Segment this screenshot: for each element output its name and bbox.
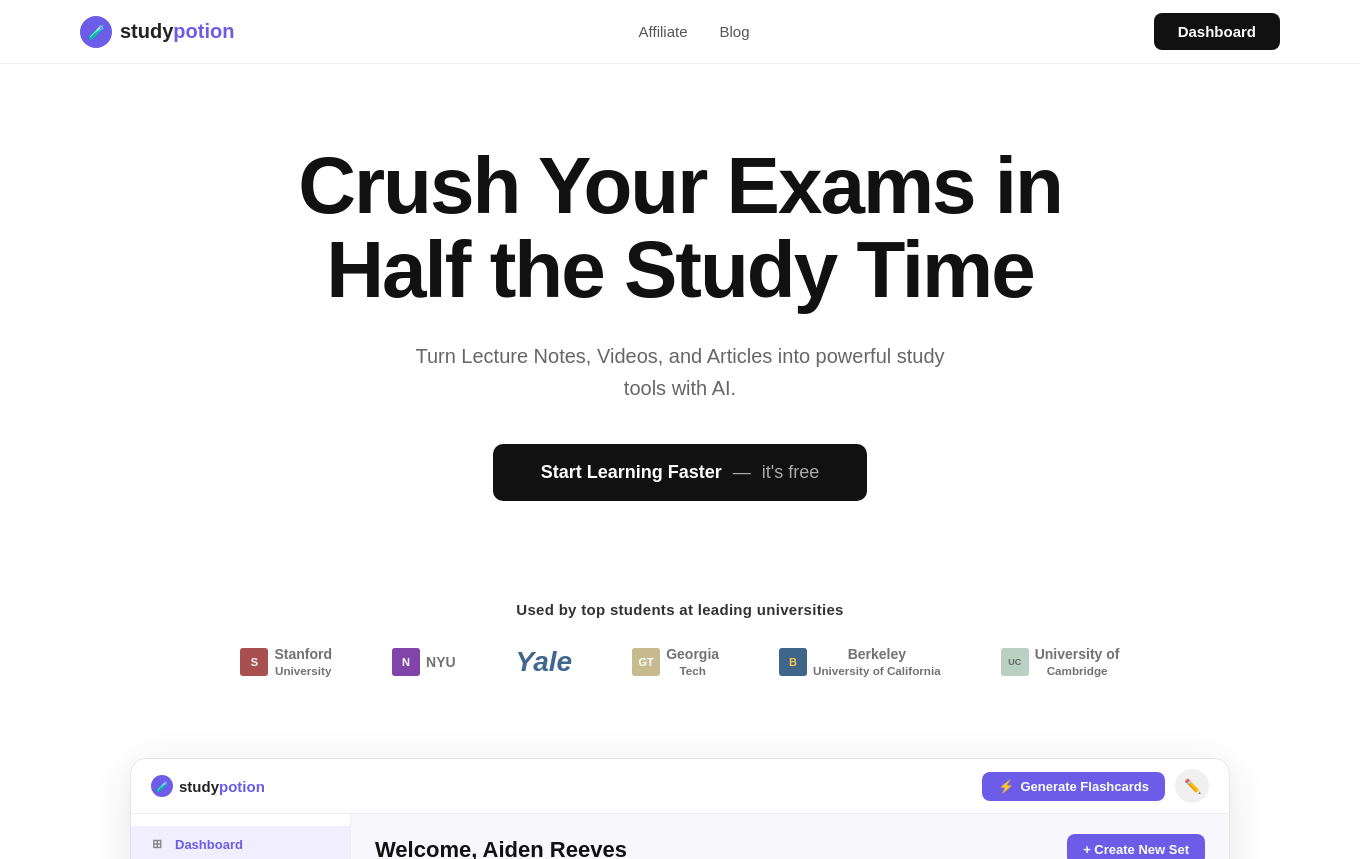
- cta-button[interactable]: Start Learning Faster — it's free: [493, 444, 868, 501]
- preview-main-header: Welcome, Aiden Reeves + Create New Set: [375, 834, 1205, 859]
- cta-dash: —: [733, 462, 751, 482]
- cta-label: Start Learning Faster: [541, 462, 722, 482]
- affiliate-link[interactable]: Affiliate: [639, 23, 688, 40]
- preview-wrapper: 🧪 studypotion ⚡ Generate Flashcards ✏️: [0, 698, 1360, 859]
- preview-logo-icon: 🧪: [151, 775, 173, 797]
- gt-mark: GT: [632, 648, 660, 676]
- dashboard-preview: 🧪 studypotion ⚡ Generate Flashcards ✏️: [130, 758, 1230, 859]
- universities-heading: Used by top students at leading universi…: [40, 601, 1320, 618]
- welcome-heading: Welcome, Aiden Reeves: [375, 837, 627, 860]
- cambridge-mark: UC: [1001, 648, 1029, 676]
- stanford-mark: S: [240, 648, 268, 676]
- logo-icon: 🧪: [80, 16, 112, 48]
- sidebar-item-label: Dashboard: [175, 837, 243, 852]
- universities-section: Used by top students at leading universi…: [0, 561, 1360, 698]
- generate-flashcards-button[interactable]: ⚡ Generate Flashcards: [982, 772, 1165, 801]
- preview-main: Welcome, Aiden Reeves + Create New Set C…: [351, 814, 1229, 859]
- preview-logo: 🧪 studypotion: [151, 775, 265, 797]
- dashboard-button[interactable]: Dashboard: [1154, 13, 1280, 50]
- edit-icon: ✏️: [1184, 778, 1201, 794]
- create-new-set-button[interactable]: + Create New Set: [1067, 834, 1205, 859]
- university-logos: S StanfordUniversity N NYU Yale GT Georg…: [40, 646, 1320, 678]
- preview-body: ⊞ Dashboard ▣ Generate Flashcards ▶ Chat…: [131, 814, 1229, 859]
- logo-text: studypotion: [120, 20, 234, 43]
- preview-topbar: 🧪 studypotion ⚡ Generate Flashcards ✏️: [131, 759, 1229, 814]
- hero-section: Crush Your Exams in Half the Study Time …: [0, 64, 1360, 561]
- gen-flash-label: Generate Flashcards: [1020, 779, 1149, 794]
- cambridge-logo: UC University ofCambridge: [1001, 646, 1120, 678]
- berkeley-logo: B BerkeleyUniversity of California: [779, 646, 941, 678]
- blog-link[interactable]: Blog: [719, 23, 749, 40]
- nyu-mark: N: [392, 648, 420, 676]
- cta-free: it's free: [762, 462, 819, 482]
- preview-sidebar: ⊞ Dashboard ▣ Generate Flashcards ▶ Chat…: [131, 814, 351, 859]
- logo[interactable]: 🧪 studypotion: [80, 16, 234, 48]
- berkeley-mark: B: [779, 648, 807, 676]
- dashboard-icon: ⊞: [149, 836, 165, 852]
- edit-button[interactable]: ✏️: [1175, 769, 1209, 803]
- hero-headline: Crush Your Exams in Half the Study Time: [230, 144, 1130, 312]
- georgia-tech-logo: GT GeorgiaTech: [632, 646, 719, 678]
- navbar: 🧪 studypotion Affiliate Blog Dashboard: [0, 0, 1360, 64]
- stanford-logo: S StanfordUniversity: [240, 646, 332, 678]
- nav-links: Affiliate Blog: [639, 23, 750, 40]
- yale-logo: Yale: [516, 646, 573, 678]
- hero-subtext: Turn Lecture Notes, Videos, and Articles…: [400, 340, 960, 404]
- preview-topbar-right: ⚡ Generate Flashcards ✏️: [982, 769, 1209, 803]
- nyu-logo: N NYU: [392, 648, 456, 676]
- gen-flash-icon: ⚡: [998, 779, 1014, 794]
- sidebar-item-dashboard[interactable]: ⊞ Dashboard: [131, 826, 350, 859]
